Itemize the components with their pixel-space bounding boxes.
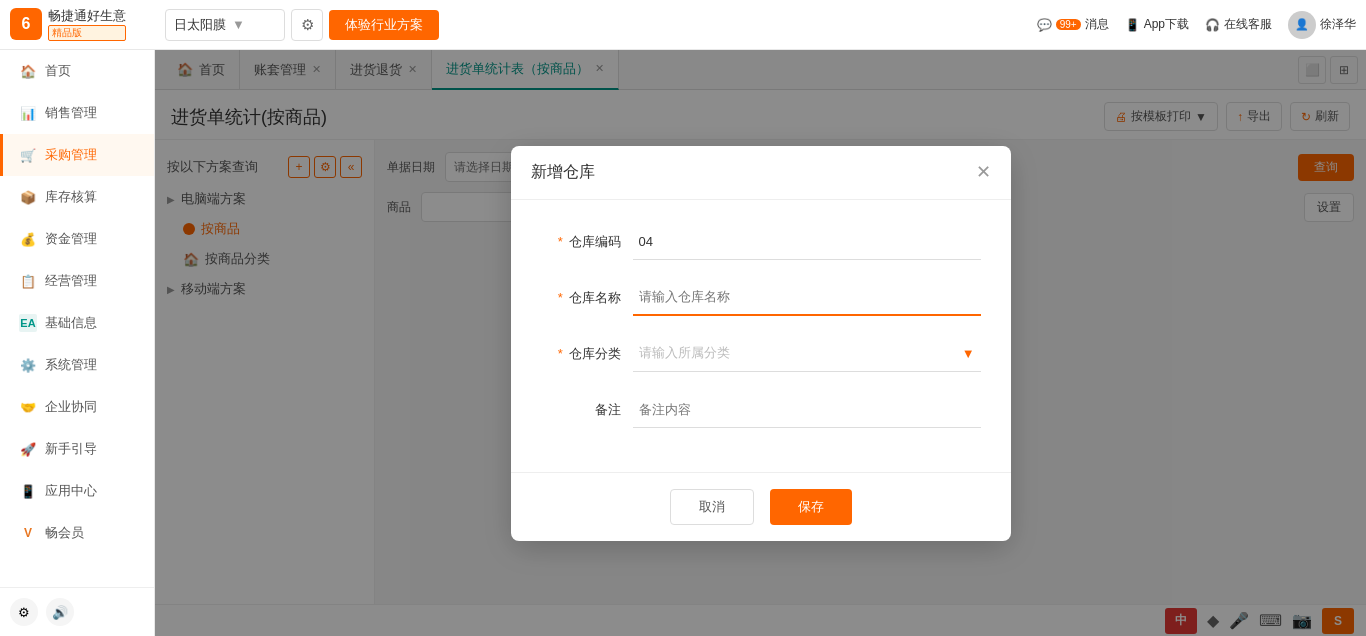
online-service-nav-item[interactable]: 🎧 在线客服 <box>1205 16 1272 33</box>
message-badge: 99+ <box>1056 19 1081 30</box>
dialog-body: * 仓库编码 * 仓库名称 * 仓库分类 请输入所属 <box>511 200 1011 472</box>
home-icon: 🏠 <box>19 62 37 80</box>
sidebar-item-vip[interactable]: V 畅会员 <box>0 512 154 554</box>
headset-icon: 🎧 <box>1205 18 1220 32</box>
sidebar-label-purchase: 采购管理 <box>45 146 97 164</box>
sidebar-bottom: ⚙ 🔊 <box>0 587 154 636</box>
dialog-footer: 取消 保存 <box>511 472 1011 541</box>
sidebar-item-inventory[interactable]: 📦 库存核算 <box>0 176 154 218</box>
note-input[interactable] <box>633 392 981 428</box>
brand-sub: 精品版 <box>48 25 126 41</box>
sidebar-item-newbie[interactable]: 🚀 新手引导 <box>0 428 154 470</box>
category-dropdown-icon: ▼ <box>962 346 975 361</box>
sidebar-volume-btn[interactable]: 🔊 <box>46 598 74 626</box>
logo-icon: 6 <box>10 8 42 40</box>
sidebar-item-basic-info[interactable]: EA 基础信息 <box>0 302 154 344</box>
code-input[interactable] <box>633 224 981 260</box>
top-nav-right: 💬 99+ 消息 📱 App下载 🎧 在线客服 👤 徐泽华 <box>1037 11 1356 39</box>
sidebar-label-finance: 资金管理 <box>45 230 97 248</box>
sidebar-item-sales[interactable]: 📊 销售管理 <box>0 92 154 134</box>
sidebar-label-app-center: 应用中心 <box>45 482 97 500</box>
category-select[interactable]: 请输入所属分类 ▼ <box>633 336 981 372</box>
name-input[interactable] <box>633 280 981 316</box>
purchase-icon: 🛒 <box>19 146 37 164</box>
search-select[interactable]: 日太阳膜 ▼ <box>165 9 285 41</box>
category-label: * 仓库分类 <box>541 345 621 363</box>
system-icon: ⚙️ <box>19 356 37 374</box>
message-nav-item[interactable]: 💬 99+ 消息 <box>1037 16 1109 33</box>
sales-icon: 📊 <box>19 104 37 122</box>
sidebar-label-sales: 销售管理 <box>45 104 97 122</box>
dialog-header: 新增仓库 ✕ <box>511 146 1011 200</box>
brand-name: 畅捷通好生意 <box>48 8 126 25</box>
search-area: 日太阳膜 ▼ ⚙ 体验行业方案 <box>165 9 485 41</box>
note-form-row: 备注 <box>541 392 981 428</box>
name-form-row: * 仓库名称 <box>541 280 981 316</box>
app-icon: 📱 <box>1125 18 1140 32</box>
dialog-close-icon[interactable]: ✕ <box>976 163 991 181</box>
search-select-value: 日太阳膜 <box>174 16 226 34</box>
enterprise-icon: 🤝 <box>19 398 37 416</box>
username-label: 徐泽华 <box>1320 16 1356 33</box>
sidebar-label-newbie: 新手引导 <box>45 440 97 458</box>
basic-info-icon: EA <box>19 314 37 332</box>
gear-button[interactable]: ⚙ <box>291 9 323 41</box>
online-service-label: 在线客服 <box>1224 16 1272 33</box>
message-label: 消息 <box>1085 16 1109 33</box>
logo-area: 6 畅捷通好生意 精品版 <box>10 8 165 41</box>
code-required-mark: * <box>558 234 563 249</box>
cancel-button[interactable]: 取消 <box>670 489 754 525</box>
dialog-title: 新增仓库 <box>531 162 595 183</box>
name-required-mark: * <box>558 290 563 305</box>
sidebar-item-management[interactable]: 📋 经营管理 <box>0 260 154 302</box>
app-download-label: App下载 <box>1144 16 1189 33</box>
sidebar-settings-btn[interactable]: ⚙ <box>10 598 38 626</box>
new-warehouse-dialog: 新增仓库 ✕ * 仓库编码 * 仓库名称 <box>511 146 1011 541</box>
sidebar-label-system: 系统管理 <box>45 356 97 374</box>
sidebar-item-enterprise[interactable]: 🤝 企业协同 <box>0 386 154 428</box>
sidebar-item-system[interactable]: ⚙️ 系统管理 <box>0 344 154 386</box>
category-placeholder: 请输入所属分类 <box>639 344 730 362</box>
trial-button[interactable]: 体验行业方案 <box>329 10 439 40</box>
sidebar-label-basic-info: 基础信息 <box>45 314 97 332</box>
note-label: 备注 <box>541 401 621 419</box>
search-select-arrow-icon: ▼ <box>232 17 245 32</box>
name-label: * 仓库名称 <box>541 289 621 307</box>
management-icon: 📋 <box>19 272 37 290</box>
message-icon: 💬 <box>1037 18 1052 32</box>
user-nav-item[interactable]: 👤 徐泽华 <box>1288 11 1356 39</box>
sidebar-label-enterprise: 企业协同 <box>45 398 97 416</box>
newbie-icon: 🚀 <box>19 440 37 458</box>
app-download-nav-item[interactable]: 📱 App下载 <box>1125 16 1189 33</box>
sidebar-item-purchase[interactable]: 🛒 采购管理 <box>0 134 154 176</box>
category-form-row: * 仓库分类 请输入所属分类 ▼ <box>541 336 981 372</box>
code-label: * 仓库编码 <box>541 233 621 251</box>
sidebar-label-home: 首页 <box>45 62 71 80</box>
save-button[interactable]: 保存 <box>770 489 852 525</box>
sidebar-item-home[interactable]: 🏠 首页 <box>0 50 154 92</box>
code-form-row: * 仓库编码 <box>541 224 981 260</box>
top-navbar: 6 畅捷通好生意 精品版 日太阳膜 ▼ ⚙ 体验行业方案 💬 99+ 消息 📱 … <box>0 0 1366 50</box>
finance-icon: 💰 <box>19 230 37 248</box>
sidebar: 🏠 首页 📊 销售管理 🛒 采购管理 📦 库存核算 💰 资金管理 📋 经营管理 … <box>0 50 155 636</box>
category-required-mark: * <box>558 346 563 361</box>
sidebar-label-management: 经营管理 <box>45 272 97 290</box>
vip-icon: V <box>19 524 37 542</box>
modal-overlay: 新增仓库 ✕ * 仓库编码 * 仓库名称 <box>155 50 1366 636</box>
inventory-icon: 📦 <box>19 188 37 206</box>
sidebar-label-inventory: 库存核算 <box>45 188 97 206</box>
avatar: 👤 <box>1288 11 1316 39</box>
sidebar-label-vip: 畅会员 <box>45 524 84 542</box>
app-center-icon: 📱 <box>19 482 37 500</box>
sidebar-item-finance[interactable]: 💰 资金管理 <box>0 218 154 260</box>
sidebar-item-app-center[interactable]: 📱 应用中心 <box>0 470 154 512</box>
